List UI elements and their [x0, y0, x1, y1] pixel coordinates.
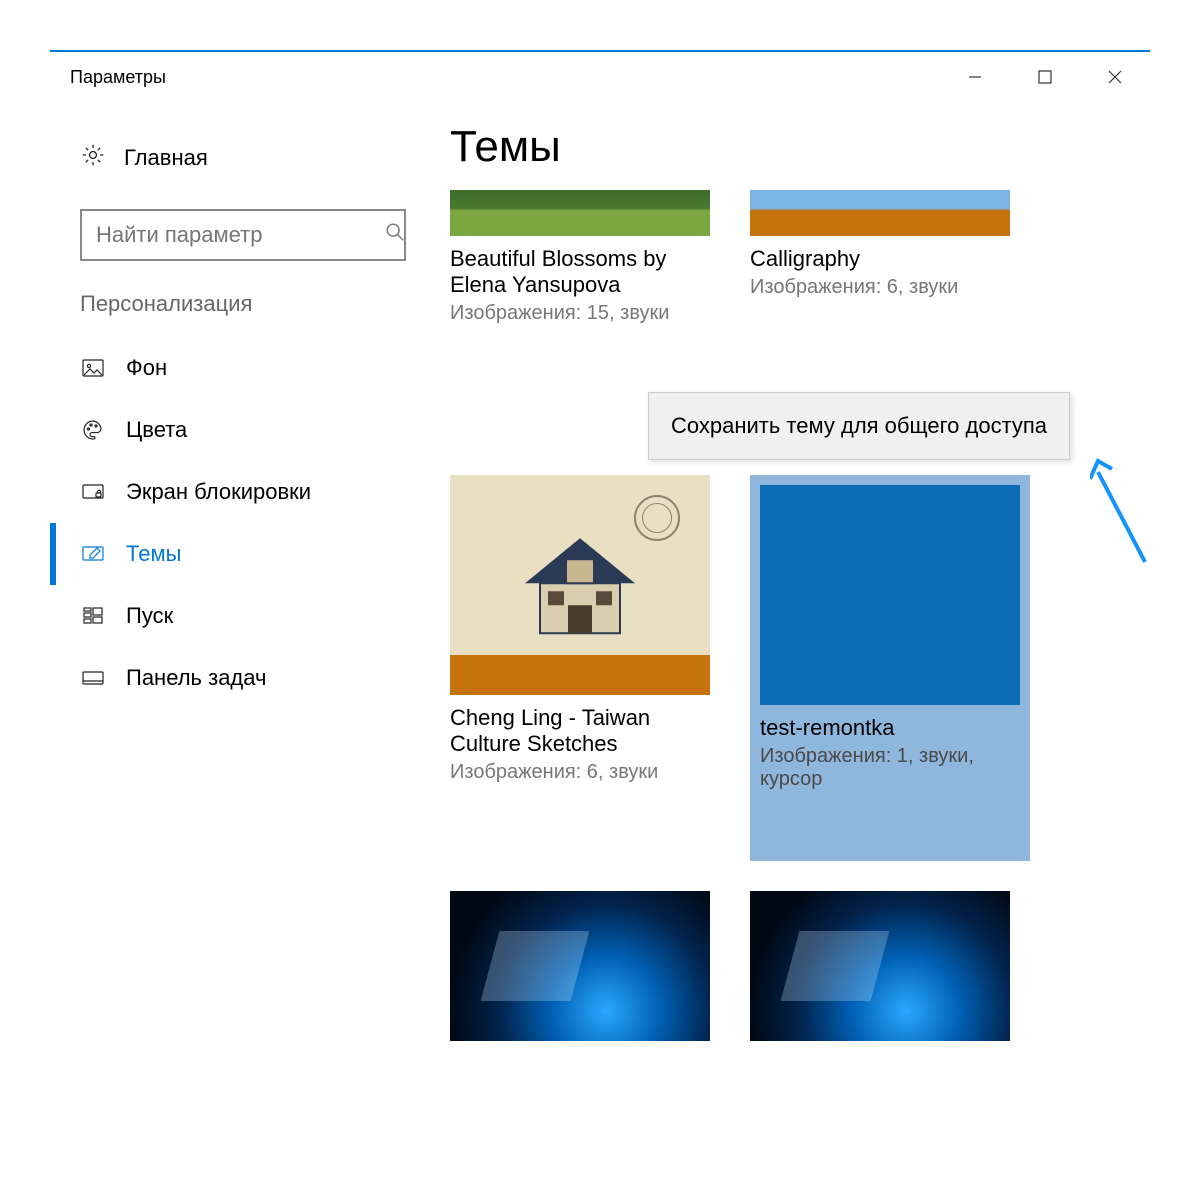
minimize-button[interactable] — [940, 52, 1010, 102]
context-menu-save-theme[interactable]: Сохранить тему для общего доступа — [649, 393, 1069, 459]
theme-tile[interactable] — [450, 891, 710, 1041]
theme-thumbnail — [760, 485, 1020, 705]
palette-icon — [80, 418, 106, 442]
sidebar-item-themes[interactable]: Темы — [50, 523, 430, 585]
themes-grid: Beautiful Blossoms by Elena Yansupova Из… — [450, 190, 1090, 1041]
search-input[interactable] — [96, 222, 384, 248]
category-label: Персонализация — [50, 291, 430, 337]
window-title: Параметры — [70, 67, 166, 88]
theme-tile[interactable]: Cheng Ling - Taiwan Culture Sketches Изо… — [450, 475, 710, 861]
theme-tile-selected[interactable]: test-remontka Изображения: 1, звуки, кур… — [750, 475, 1030, 861]
gear-icon — [80, 142, 106, 174]
theme-meta: Изображения: 6, звуки — [750, 276, 1010, 299]
theme-name: Calligraphy — [750, 246, 1010, 272]
close-button[interactable] — [1080, 52, 1150, 102]
main: Темы Beautiful Blossoms by Elena Yansupo… — [430, 102, 1150, 1041]
themes-icon — [80, 542, 106, 566]
page-title: Темы — [450, 122, 1150, 172]
theme-tile[interactable] — [750, 891, 1010, 1041]
theme-thumbnail — [450, 475, 710, 695]
theme-meta: Изображения: 6, звуки — [450, 761, 710, 784]
maximize-button[interactable] — [1010, 52, 1080, 102]
theme-name: Beautiful Blossoms by Elena Yansupova — [450, 246, 710, 298]
theme-thumbnail — [750, 190, 1010, 236]
sidebar-item-label: Фон — [126, 355, 167, 381]
sidebar-item-label: Панель задач — [126, 665, 267, 691]
theme-name: Cheng Ling - Taiwan Culture Sketches — [450, 705, 710, 757]
lockscreen-icon — [80, 480, 106, 504]
window-controls — [940, 52, 1150, 102]
theme-meta: Изображения: 1, звуки, курсор — [760, 745, 1020, 791]
theme-meta: Изображения: 15, звуки — [450, 302, 710, 325]
search-box[interactable] — [80, 209, 406, 261]
sidebar-item-label: Пуск — [126, 603, 173, 629]
theme-thumbnail — [750, 891, 1010, 1041]
context-menu: Сохранить тему для общего доступа — [648, 392, 1070, 460]
picture-icon — [80, 356, 106, 380]
sidebar-item-label: Темы — [126, 541, 181, 567]
search-icon — [384, 221, 406, 249]
sidebar-item-colors[interactable]: Цвета — [50, 399, 430, 461]
sidebar-item-lockscreen[interactable]: Экран блокировки — [50, 461, 430, 523]
theme-thumbnail — [450, 190, 710, 236]
home-label: Главная — [124, 145, 208, 171]
sidebar-item-taskbar[interactable]: Панель задач — [50, 647, 430, 709]
sidebar-item-label: Экран блокировки — [126, 479, 311, 505]
start-icon — [80, 604, 106, 628]
home-link[interactable]: Главная — [50, 132, 430, 184]
sidebar-item-label: Цвета — [126, 417, 187, 443]
taskbar-icon — [80, 666, 106, 690]
titlebar: Параметры — [50, 52, 1150, 102]
theme-tile[interactable]: Calligraphy Изображения: 6, звуки — [750, 190, 1010, 325]
theme-tile[interactable]: Beautiful Blossoms by Elena Yansupova Из… — [450, 190, 710, 325]
theme-name: test-remontka — [760, 715, 1020, 741]
sidebar-item-start[interactable]: Пуск — [50, 585, 430, 647]
sidebar-item-background[interactable]: Фон — [50, 337, 430, 399]
theme-thumbnail — [450, 891, 710, 1041]
sidebar: Главная Персонализация Фон Цвета Э — [50, 102, 430, 1041]
